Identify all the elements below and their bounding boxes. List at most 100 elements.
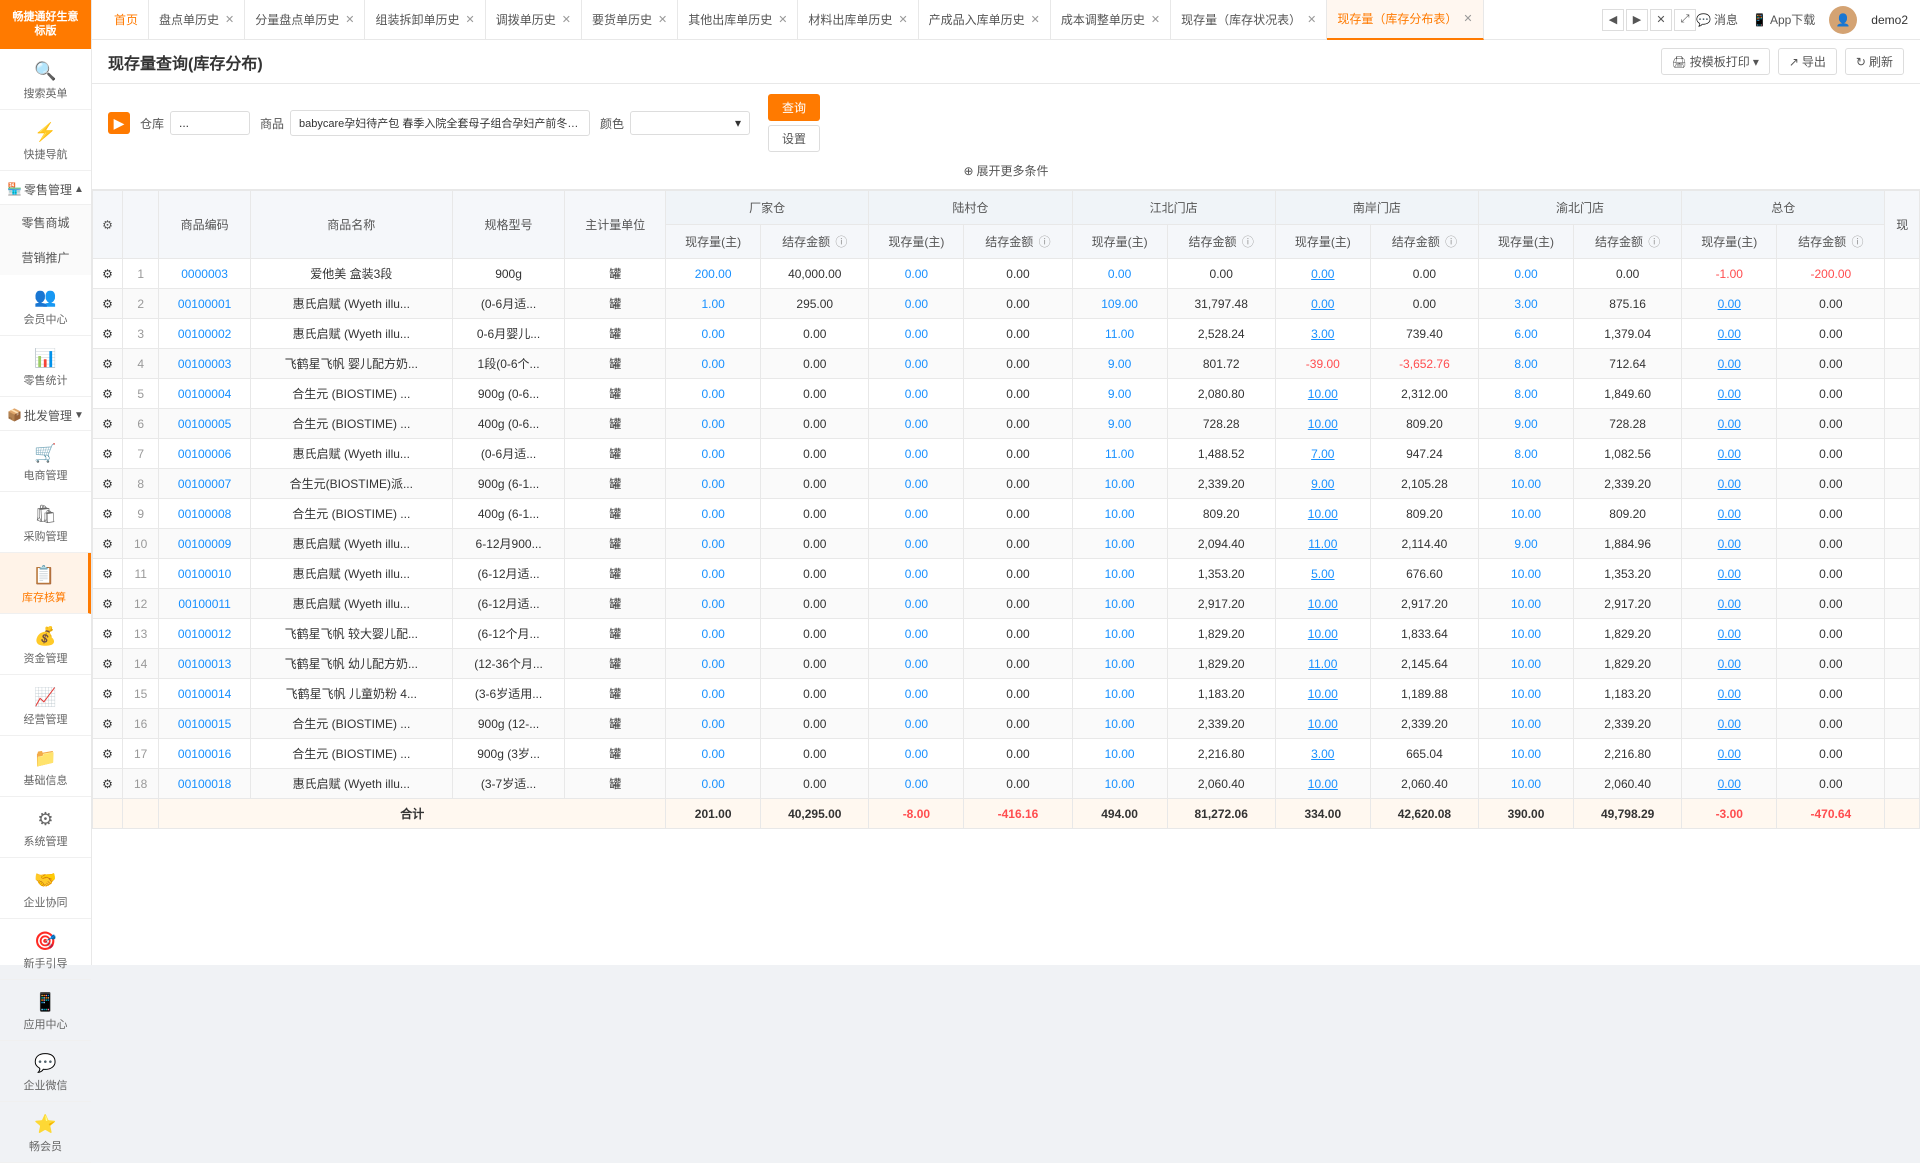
refresh-button[interactable]: ↻ 刷新 xyxy=(1845,48,1904,75)
row-jb-qty[interactable]: 10.00 xyxy=(1072,769,1167,799)
tab-transfer[interactable]: 调拨单历史 ✕ xyxy=(486,0,582,40)
row-code[interactable]: 00100010 xyxy=(159,559,251,589)
row-l-qty[interactable]: 0.00 xyxy=(869,289,964,319)
row-na-qty[interactable]: -39.00 xyxy=(1275,349,1370,379)
row-na-qty[interactable]: 10.00 xyxy=(1275,589,1370,619)
row-l-qty[interactable]: 0.00 xyxy=(869,559,964,589)
row-na-qty[interactable]: 10.00 xyxy=(1275,499,1370,529)
row-jb-qty[interactable]: 10.00 xyxy=(1072,739,1167,769)
row-l-qty[interactable]: 0.00 xyxy=(869,499,964,529)
sidebar-item-wholesale[interactable]: 📦 批发管理 ▼ xyxy=(0,397,91,431)
sidebar-item-nav[interactable]: ⚡ 快捷导航 xyxy=(0,110,91,171)
row-zc-qty[interactable]: 0.00 xyxy=(1682,409,1777,439)
row-zc-qty[interactable]: 0.00 xyxy=(1682,349,1777,379)
row-zc-qty[interactable]: 0.00 xyxy=(1682,679,1777,709)
sidebar-item-fan[interactable]: ⭐ 畅会员 xyxy=(0,1102,91,1163)
row-na-qty[interactable]: 5.00 xyxy=(1275,559,1370,589)
row-gear[interactable]: ⚙ xyxy=(93,349,123,379)
row-gear[interactable]: ⚙ xyxy=(93,649,123,679)
close-icon[interactable]: ✕ xyxy=(1031,13,1040,26)
tab-fullscreen-button[interactable]: ⤢ xyxy=(1674,9,1696,31)
row-na-qty[interactable]: 10.00 xyxy=(1275,619,1370,649)
sidebar-item-finance[interactable]: 💰 资金管理 xyxy=(0,614,91,675)
row-l-qty[interactable]: 0.00 xyxy=(869,469,964,499)
row-gear[interactable]: ⚙ xyxy=(93,439,123,469)
row-jb-qty[interactable]: 10.00 xyxy=(1072,529,1167,559)
row-jb-qty[interactable]: 9.00 xyxy=(1072,409,1167,439)
row-na-qty[interactable]: 10.00 xyxy=(1275,379,1370,409)
row-yb-qty[interactable]: 10.00 xyxy=(1478,589,1573,619)
close-icon[interactable]: ✕ xyxy=(1307,13,1316,26)
row-f-qty[interactable]: 200.00 xyxy=(666,259,761,289)
row-zc-qty[interactable]: 0.00 xyxy=(1682,769,1777,799)
row-code[interactable]: 00100001 xyxy=(159,289,251,319)
row-yb-qty[interactable]: 10.00 xyxy=(1478,469,1573,499)
row-l-qty[interactable]: 0.00 xyxy=(869,709,964,739)
row-yb-qty[interactable]: 10.00 xyxy=(1478,739,1573,769)
row-f-qty[interactable]: 0.00 xyxy=(666,769,761,799)
sidebar-item-system[interactable]: ⚙ 系统管理 xyxy=(0,797,91,858)
close-icon[interactable]: ✕ xyxy=(1151,13,1160,26)
row-zc-qty[interactable]: 0.00 xyxy=(1682,649,1777,679)
row-f-qty[interactable]: 1.00 xyxy=(666,289,761,319)
row-code[interactable]: 00100005 xyxy=(159,409,251,439)
row-f-qty[interactable]: 0.00 xyxy=(666,439,761,469)
row-zc-qty[interactable]: 0.00 xyxy=(1682,559,1777,589)
expand-more-button[interactable]: ⊕ 展开更多条件 xyxy=(963,162,1048,179)
row-jb-qty[interactable]: 9.00 xyxy=(1072,379,1167,409)
row-code[interactable]: 00100002 xyxy=(159,319,251,349)
sidebar-item-apps[interactable]: 📱 应用中心 xyxy=(0,980,91,1041)
info-icon[interactable]: ⓘ xyxy=(1445,235,1457,249)
row-gear[interactable]: ⚙ xyxy=(93,769,123,799)
row-l-qty[interactable]: 0.00 xyxy=(869,589,964,619)
row-yb-qty[interactable]: 10.00 xyxy=(1478,769,1573,799)
row-gear[interactable]: ⚙ xyxy=(93,679,123,709)
tab-stock-dist[interactable]: 现存量（库存分布表） ✕ xyxy=(1327,0,1483,40)
row-f-qty[interactable]: 0.00 xyxy=(666,319,761,349)
tab-home[interactable]: 首页 xyxy=(104,0,149,40)
row-f-qty[interactable]: 0.00 xyxy=(666,379,761,409)
sidebar-item-coop[interactable]: 🤝 企业协同 xyxy=(0,858,91,919)
row-yb-qty[interactable]: 10.00 xyxy=(1478,559,1573,589)
row-yb-qty[interactable]: 10.00 xyxy=(1478,649,1573,679)
sidebar-item-purchase[interactable]: 🛍 采购管理 xyxy=(0,492,91,553)
sidebar-item-retail-stat[interactable]: 📊 零售统计 xyxy=(0,336,91,397)
close-icon[interactable]: ✕ xyxy=(562,13,571,26)
tab-close-all-button[interactable]: ✕ xyxy=(1650,9,1672,31)
close-icon[interactable]: ✕ xyxy=(225,13,234,26)
row-yb-qty[interactable]: 10.00 xyxy=(1478,709,1573,739)
sidebar-item-search[interactable]: 🔍 搜索英单 xyxy=(0,49,91,110)
row-yb-qty[interactable]: 9.00 xyxy=(1478,529,1573,559)
row-na-qty[interactable]: 3.00 xyxy=(1275,739,1370,769)
row-yb-qty[interactable]: 10.00 xyxy=(1478,619,1573,649)
row-l-qty[interactable]: 0.00 xyxy=(869,529,964,559)
row-code[interactable]: 00100016 xyxy=(159,739,251,769)
tab-part-inventory[interactable]: 分量盘点单历史 ✕ xyxy=(245,0,365,40)
row-l-qty[interactable]: 0.00 xyxy=(869,439,964,469)
row-jb-qty[interactable]: 10.00 xyxy=(1072,559,1167,589)
search-button[interactable]: 查询 xyxy=(768,94,820,121)
row-zc-qty[interactable]: 0.00 xyxy=(1682,619,1777,649)
tab-next-button[interactable]: ▶ xyxy=(1626,9,1648,31)
row-zc-qty[interactable]: 0.00 xyxy=(1682,499,1777,529)
info-icon[interactable]: ⓘ xyxy=(1852,235,1864,249)
sidebar-item-ecom[interactable]: 🛒 电商管理 xyxy=(0,431,91,492)
row-na-qty[interactable]: 3.00 xyxy=(1275,319,1370,349)
row-zc-qty[interactable]: 0.00 xyxy=(1682,529,1777,559)
row-f-qty[interactable]: 0.00 xyxy=(666,649,761,679)
row-code[interactable]: 00100011 xyxy=(159,589,251,619)
row-l-qty[interactable]: 0.00 xyxy=(869,769,964,799)
row-l-qty[interactable]: 0.00 xyxy=(869,409,964,439)
tab-stock-status[interactable]: 现存量（库存状况表） ✕ xyxy=(1171,0,1327,40)
row-code[interactable]: 00100014 xyxy=(159,679,251,709)
sidebar-item-retail-shop[interactable]: 零售商城 xyxy=(0,205,91,240)
row-f-qty[interactable]: 0.00 xyxy=(666,349,761,379)
row-zc-qty[interactable]: 0.00 xyxy=(1682,289,1777,319)
row-f-qty[interactable]: 0.00 xyxy=(666,409,761,439)
row-code[interactable]: 0000003 xyxy=(159,259,251,289)
tab-material-out[interactable]: 材料出库单历史 ✕ xyxy=(798,0,918,40)
row-code[interactable]: 00100008 xyxy=(159,499,251,529)
sidebar-item-guide[interactable]: 🎯 新手引导 xyxy=(0,919,91,980)
row-gear[interactable]: ⚙ xyxy=(93,709,123,739)
row-na-qty[interactable]: 10.00 xyxy=(1275,769,1370,799)
